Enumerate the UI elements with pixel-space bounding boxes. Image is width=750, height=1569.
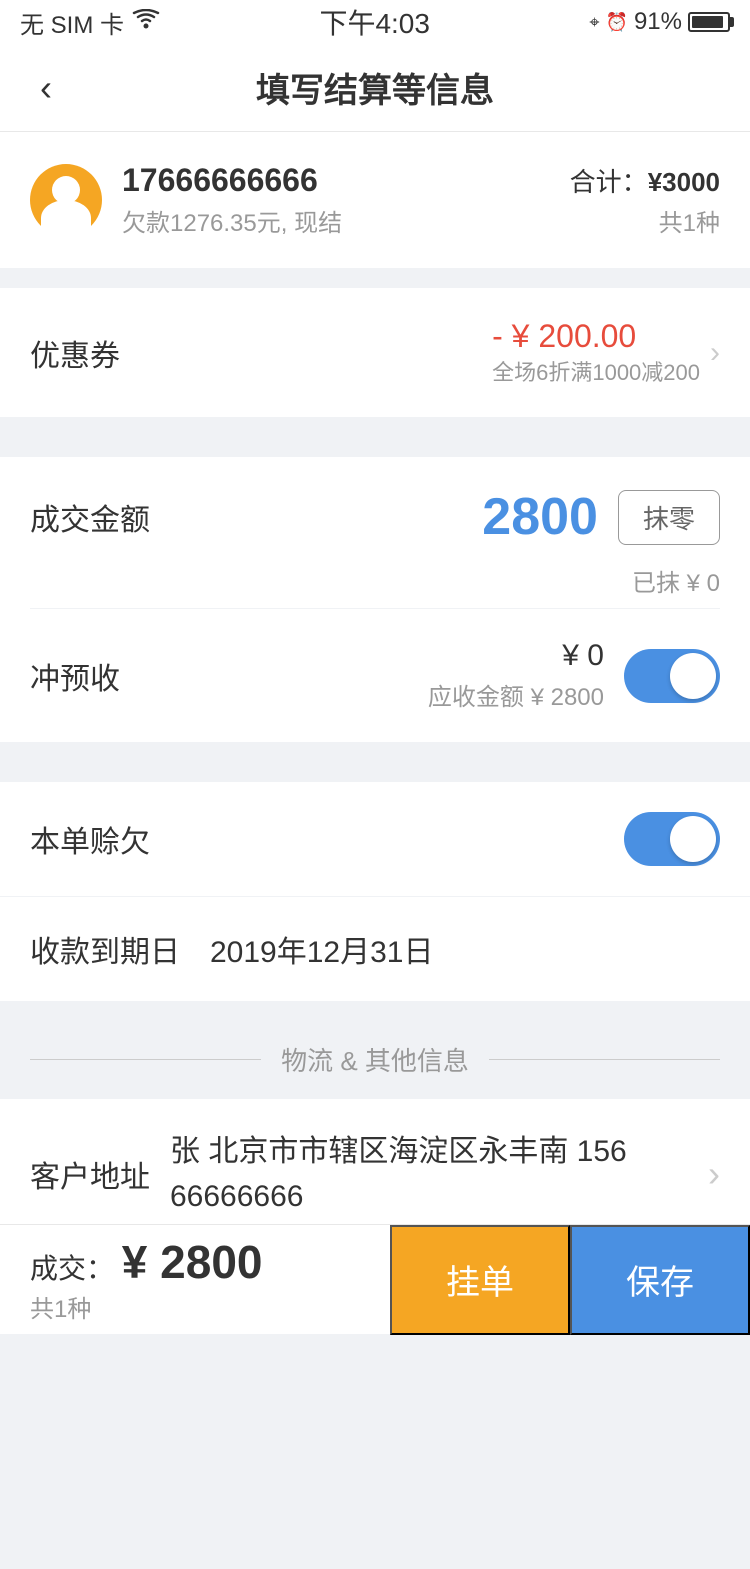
amount-value-group: 2800 抹零 <box>482 487 720 547</box>
due-date-section: 收款到期日 2019年12月31日 <box>0 897 750 1001</box>
prepay-sub: 应收金额 ¥ 2800 <box>428 677 604 712</box>
prepay-toggle[interactable] <box>624 649 720 703</box>
total-count: 共1种 <box>570 203 720 238</box>
main-content: 17666666666 欠款1276.35元, 现结 合计：¥3000 共1种 … <box>0 132 750 1569</box>
status-right: ⌖ ⏰ 91% <box>589 8 730 36</box>
address-chevron-icon: › <box>708 1153 720 1195</box>
coupon-right: - ¥ 200.00 全场6折满1000减200 › <box>492 318 720 387</box>
back-button[interactable]: ‹ <box>30 57 62 119</box>
prepay-value-group: ¥ 0 应收金额 ¥ 2800 <box>428 639 604 712</box>
clock-icon: ⏰ <box>606 12 628 33</box>
battery-pct: 91% <box>634 8 682 36</box>
section-separator-2 <box>0 742 750 762</box>
avatar <box>30 164 102 236</box>
user-info-row: 17666666666 欠款1276.35元, 现结 合计：¥3000 共1种 <box>0 132 750 268</box>
user-total: 合计：¥3000 共1种 <box>570 162 720 238</box>
bottom-count: 共1种 <box>30 1289 360 1324</box>
debit-toggle[interactable] <box>624 812 720 866</box>
section-separator <box>0 437 750 457</box>
coupon-discount: - ¥ 200.00 <box>492 318 700 355</box>
user-info: 17666666666 欠款1276.35元, 现结 <box>122 162 342 238</box>
due-date-row: 收款到期日 2019年12月31日 <box>30 927 720 971</box>
amount-section: 成交金额 2800 抹零 已抹 ¥ 0 冲预收 ¥ 0 应收金额 ¥ 2800 <box>0 457 750 742</box>
row-divider <box>30 608 720 609</box>
prepay-row: 冲预收 ¥ 0 应收金额 ¥ 2800 <box>30 619 720 712</box>
hang-button[interactable]: 挂单 <box>390 1225 570 1335</box>
amount-sub: 已抹 ¥ 0 <box>632 570 720 597</box>
address-value: 张 北京市市辖区海淀区永丰南 156 66666666 <box>170 1129 708 1219</box>
debit-label: 本单赊欠 <box>30 817 150 861</box>
bottom-bar: 成交： ¥ 2800 共1种 挂单 保存 <box>0 1224 750 1334</box>
status-time: 下午4:03 <box>319 2 430 42</box>
prepay-label: 冲预收 <box>30 654 120 698</box>
chevron-right-icon: › <box>710 336 720 370</box>
amount-row: 成交金额 2800 抹零 <box>30 487 720 547</box>
battery-icon <box>688 12 730 32</box>
logistics-separator: 物流 & 其他信息 <box>0 1021 750 1098</box>
due-date-label: 收款到期日 <box>30 927 180 971</box>
amount-number: 2800 <box>482 487 598 547</box>
amount-label: 成交金额 <box>30 495 150 539</box>
total-label: 合计：¥3000 <box>570 162 720 199</box>
page-title: 填写结算等信息 <box>256 63 494 112</box>
user-sub: 欠款1276.35元, 现结 <box>122 203 342 238</box>
location-icon: ⌖ <box>589 12 599 33</box>
user-phone: 17666666666 <box>122 162 342 199</box>
address-label: 客户地址 <box>30 1152 150 1196</box>
bottom-deal-row: 成交： ¥ 2800 <box>30 1235 360 1289</box>
debit-section: 本单赊欠 <box>0 782 750 896</box>
coupon-sub: 全场6折满1000减200 <box>492 355 700 387</box>
round-button[interactable]: 抹零 <box>618 490 720 545</box>
prepay-right: ¥ 0 应收金额 ¥ 2800 <box>428 639 720 712</box>
status-left: 无 SIM 卡 <box>20 5 160 40</box>
bottom-deal-label: 成交： <box>30 1253 122 1284</box>
coupon-row[interactable]: 优惠券 - ¥ 200.00 全场6折满1000减200 › <box>0 288 750 417</box>
logistics-label: 物流 & 其他信息 <box>281 1041 469 1078</box>
sim-label: 无 SIM 卡 <box>20 5 124 40</box>
status-bar: 无 SIM 卡 下午4:03 ⌖ ⏰ 91% <box>0 0 750 44</box>
bottom-amount: ¥ 2800 <box>122 1236 263 1288</box>
coupon-label: 优惠券 <box>30 331 120 375</box>
wifi-icon <box>132 8 160 36</box>
sep-line-left <box>30 1059 261 1060</box>
prepay-amount: ¥ 0 <box>428 639 604 673</box>
debit-toggle-circle <box>670 816 716 862</box>
sep-line-right <box>489 1059 720 1060</box>
user-left: 17666666666 欠款1276.35元, 现结 <box>30 162 342 238</box>
toggle-circle <box>670 653 716 699</box>
bottom-info: 成交： ¥ 2800 共1种 <box>0 1235 390 1324</box>
nav-bar: ‹ 填写结算等信息 <box>0 44 750 132</box>
save-button[interactable]: 保存 <box>570 1225 750 1335</box>
due-date-value: 2019年12月31日 <box>210 927 433 971</box>
